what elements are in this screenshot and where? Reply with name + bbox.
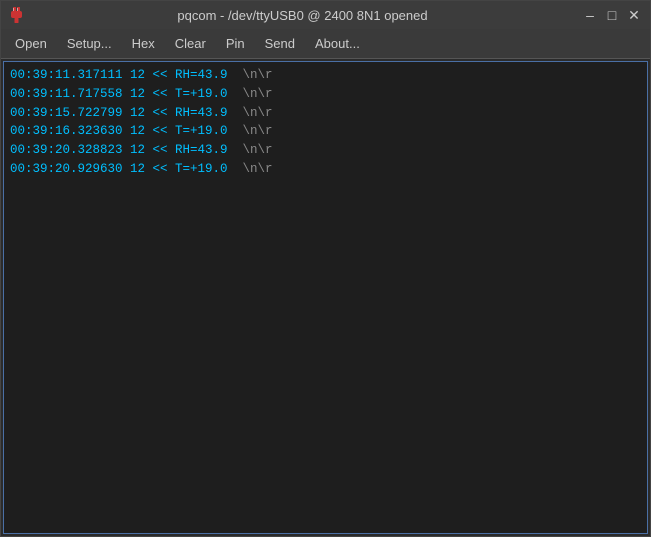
- terminal-line-main: 00:39:11.317111 12 << RH=43.9: [10, 68, 243, 82]
- title-bar-left: [7, 6, 25, 24]
- terminal-line-main: 00:39:20.929630 12 << T=+19.0: [10, 162, 243, 176]
- terminal-line-main: 00:39:15.722799 12 << RH=43.9: [10, 106, 243, 120]
- menu-open[interactable]: Open: [5, 32, 57, 55]
- menu-bar: Open Setup... Hex Clear Pin Send About..…: [1, 29, 650, 59]
- close-button[interactable]: ✕: [624, 5, 644, 25]
- terminal-area[interactable]: 00:39:11.317111 12 << RH=43.9 \n\r00:39:…: [3, 61, 648, 534]
- window-title: pqcom - /dev/ttyUSB0 @ 2400 8N1 opened: [25, 8, 580, 23]
- terminal-line-main: 00:39:11.717558 12 << T=+19.0: [10, 87, 243, 101]
- app-icon: [7, 6, 25, 24]
- menu-pin[interactable]: Pin: [216, 32, 255, 55]
- terminal-line-escape: \n\r: [243, 68, 273, 82]
- terminal-line-escape: \n\r: [243, 87, 273, 101]
- title-bar-controls: – □ ✕: [580, 5, 644, 25]
- main-window: pqcom - /dev/ttyUSB0 @ 2400 8N1 opened –…: [0, 0, 651, 537]
- terminal-line: 00:39:11.317111 12 << RH=43.9 \n\r: [10, 66, 641, 85]
- menu-hex[interactable]: Hex: [122, 32, 165, 55]
- terminal-line: 00:39:20.328823 12 << RH=43.9 \n\r: [10, 141, 641, 160]
- terminal-line: 00:39:20.929630 12 << T=+19.0 \n\r: [10, 160, 641, 179]
- terminal-line-main: 00:39:16.323630 12 << T=+19.0: [10, 124, 243, 138]
- menu-about[interactable]: About...: [305, 32, 370, 55]
- terminal-line: 00:39:11.717558 12 << T=+19.0 \n\r: [10, 85, 641, 104]
- menu-send[interactable]: Send: [255, 32, 305, 55]
- menu-setup[interactable]: Setup...: [57, 32, 122, 55]
- menu-clear[interactable]: Clear: [165, 32, 216, 55]
- terminal-line-main: 00:39:20.328823 12 << RH=43.9: [10, 143, 243, 157]
- terminal-line-escape: \n\r: [243, 143, 273, 157]
- terminal-line-escape: \n\r: [243, 124, 273, 138]
- title-bar: pqcom - /dev/ttyUSB0 @ 2400 8N1 opened –…: [1, 1, 650, 29]
- maximize-button[interactable]: □: [602, 5, 622, 25]
- terminal-line-escape: \n\r: [243, 106, 273, 120]
- terminal-line: 00:39:16.323630 12 << T=+19.0 \n\r: [10, 122, 641, 141]
- terminal-line: 00:39:15.722799 12 << RH=43.9 \n\r: [10, 104, 641, 123]
- minimize-button[interactable]: –: [580, 5, 600, 25]
- terminal-line-escape: \n\r: [243, 162, 273, 176]
